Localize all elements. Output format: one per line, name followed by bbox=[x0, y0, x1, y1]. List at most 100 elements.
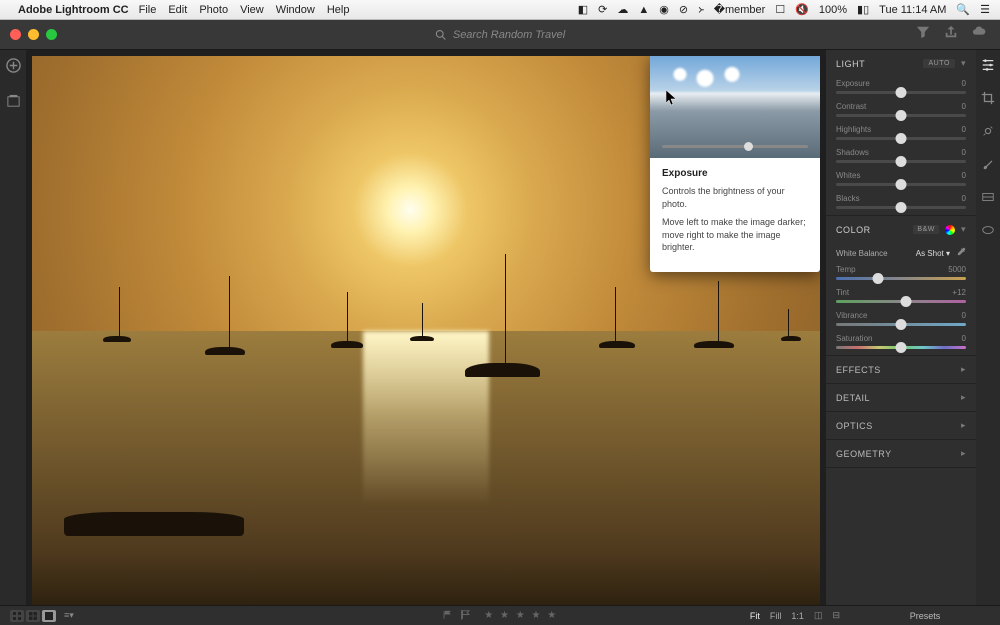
tray-icon[interactable]: ☐ bbox=[775, 3, 785, 16]
zoom-fill-button[interactable]: Fill bbox=[770, 611, 782, 621]
slider-label: Contrast bbox=[836, 102, 866, 111]
slider-highlights[interactable]: Highlights 0 bbox=[826, 123, 976, 146]
slider-value: 0 bbox=[962, 311, 966, 320]
section-label: EFFECTS bbox=[836, 365, 881, 375]
tray-icon[interactable]: ⊘ bbox=[679, 3, 688, 16]
tray-icon[interactable]: ◉ bbox=[659, 3, 669, 16]
menu-view[interactable]: View bbox=[240, 4, 264, 16]
macos-menubar: Adobe Lightroom CC File Edit Photo View … bbox=[0, 0, 1000, 20]
slider-saturation[interactable]: Saturation 0 bbox=[826, 332, 976, 355]
presets-button[interactable]: Presets bbox=[850, 611, 1000, 621]
filmstrip-toggle-icon[interactable]: ⊟ bbox=[832, 610, 840, 621]
menu-file[interactable]: File bbox=[139, 4, 157, 16]
chevron-down-icon[interactable]: ▾ bbox=[961, 224, 966, 235]
close-window-button[interactable] bbox=[10, 29, 21, 40]
volume-icon[interactable]: 🔇 bbox=[795, 3, 809, 16]
brush-icon[interactable] bbox=[981, 157, 995, 176]
zoom-1to1-button[interactable]: 1:1 bbox=[791, 611, 804, 621]
slider-label: Highlights bbox=[836, 125, 871, 134]
slider-value: 0 bbox=[962, 125, 966, 134]
slider-label: Saturation bbox=[836, 334, 872, 343]
geometry-section-header[interactable]: GEOMETRY ▸ bbox=[826, 440, 976, 467]
exposure-tooltip-card: Exposure Controls the brightness of your… bbox=[650, 56, 820, 272]
chevron-down-icon[interactable]: ▾ bbox=[961, 58, 966, 69]
slider-tint[interactable]: Tint+12 bbox=[826, 286, 976, 309]
right-tool-rail bbox=[976, 50, 1000, 605]
slider-vibrance[interactable]: Vibrance 0 bbox=[826, 309, 976, 332]
tray-icon[interactable]: ⟳ bbox=[598, 3, 607, 16]
slider-value: 0 bbox=[962, 194, 966, 203]
slider-exposure[interactable]: Exposure 0 bbox=[826, 77, 976, 100]
color-section-header[interactable]: COLOR B&W ▾ bbox=[826, 216, 976, 243]
cloud-icon[interactable] bbox=[972, 25, 986, 44]
slider-temp[interactable]: Temp5000 bbox=[826, 263, 976, 286]
section-label: COLOR bbox=[836, 225, 871, 235]
slider-blacks[interactable]: Blacks 0 bbox=[826, 192, 976, 215]
tray-icon[interactable]: ▲ bbox=[638, 4, 649, 16]
healing-brush-icon[interactable] bbox=[981, 124, 995, 143]
slider-shadows[interactable]: Shadows 0 bbox=[826, 146, 976, 169]
grid-view-button[interactable] bbox=[10, 610, 24, 622]
white-balance-dropdown[interactable]: As Shot ▾ bbox=[916, 249, 950, 258]
add-photos-icon[interactable] bbox=[6, 58, 21, 78]
tray-icon[interactable]: ◧ bbox=[578, 3, 588, 16]
slider-label: Shadows bbox=[836, 148, 869, 157]
slider-value: 0 bbox=[962, 79, 966, 88]
compare-icon[interactable]: ◫ bbox=[814, 610, 823, 621]
wifi-icon[interactable]: �member bbox=[714, 3, 766, 16]
linear-gradient-icon[interactable] bbox=[981, 190, 995, 209]
slider-contrast[interactable]: Contrast0 bbox=[826, 100, 976, 123]
clock[interactable]: Tue 11:14 AM bbox=[879, 4, 946, 16]
tray-icon[interactable]: ☁ bbox=[617, 3, 628, 16]
slider-whites[interactable]: Whites0 bbox=[826, 169, 976, 192]
app-topbar: Search Random Travel bbox=[0, 20, 1000, 50]
menu-photo[interactable]: Photo bbox=[199, 4, 228, 16]
slider-label: Blacks bbox=[836, 194, 860, 203]
star-rating[interactable]: ★ ★ ★ ★ ★ bbox=[484, 610, 558, 621]
chevron-right-icon: ▸ bbox=[961, 420, 966, 431]
detail-view-button[interactable] bbox=[42, 610, 56, 622]
radial-gradient-icon[interactable] bbox=[981, 223, 995, 242]
library-icon[interactable] bbox=[6, 94, 21, 114]
auto-button[interactable]: AUTO bbox=[923, 59, 954, 68]
flag-pick-icon[interactable] bbox=[442, 612, 457, 622]
section-label: LIGHT bbox=[836, 59, 865, 69]
slider-label: Temp bbox=[836, 265, 856, 274]
bw-toggle[interactable]: B&W bbox=[913, 225, 939, 234]
menu-window[interactable]: Window bbox=[276, 4, 315, 16]
eyedropper-icon[interactable] bbox=[956, 247, 966, 259]
tooltip-preview-slider bbox=[662, 145, 808, 148]
slider-value: 0 bbox=[962, 334, 966, 343]
search-placeholder: Search Random Travel bbox=[453, 29, 565, 41]
menu-help[interactable]: Help bbox=[327, 4, 350, 16]
square-grid-button[interactable] bbox=[26, 610, 40, 622]
search-icon bbox=[435, 29, 447, 41]
left-rail bbox=[0, 50, 26, 605]
filter-icon[interactable] bbox=[916, 25, 930, 44]
menu-icon[interactable]: ☰ bbox=[980, 3, 990, 16]
app-name[interactable]: Adobe Lightroom CC bbox=[18, 4, 129, 16]
edit-sliders-icon[interactable] bbox=[981, 58, 995, 77]
minimize-window-button[interactable] bbox=[28, 29, 39, 40]
slider-label: Exposure bbox=[836, 79, 870, 88]
detail-section-header[interactable]: DETAIL ▸ bbox=[826, 384, 976, 411]
crop-icon[interactable] bbox=[981, 91, 995, 110]
slider-label: Vibrance bbox=[836, 311, 867, 320]
flag-reject-icon[interactable] bbox=[459, 612, 474, 622]
search-box[interactable]: Search Random Travel bbox=[435, 29, 565, 41]
photo-canvas[interactable]: Exposure Controls the brightness of your… bbox=[26, 50, 826, 605]
effects-section-header[interactable]: EFFECTS ▸ bbox=[826, 356, 976, 383]
slider-value: 0 bbox=[962, 148, 966, 157]
section-label: GEOMETRY bbox=[836, 449, 892, 459]
optics-section-header[interactable]: OPTICS ▸ bbox=[826, 412, 976, 439]
color-mixer-icon[interactable] bbox=[945, 225, 955, 235]
zoom-fit-button[interactable]: Fit bbox=[750, 611, 760, 621]
battery-percent: 100% bbox=[819, 4, 847, 16]
sort-icon[interactable]: ≡▾ bbox=[64, 610, 74, 621]
share-icon[interactable] bbox=[944, 25, 958, 44]
light-section-header[interactable]: LIGHT AUTO ▾ bbox=[826, 50, 976, 77]
bluetooth-icon[interactable]: ᚛ bbox=[698, 3, 704, 16]
zoom-window-button[interactable] bbox=[46, 29, 57, 40]
menu-edit[interactable]: Edit bbox=[168, 4, 187, 16]
search-icon[interactable]: 🔍 bbox=[956, 3, 970, 16]
